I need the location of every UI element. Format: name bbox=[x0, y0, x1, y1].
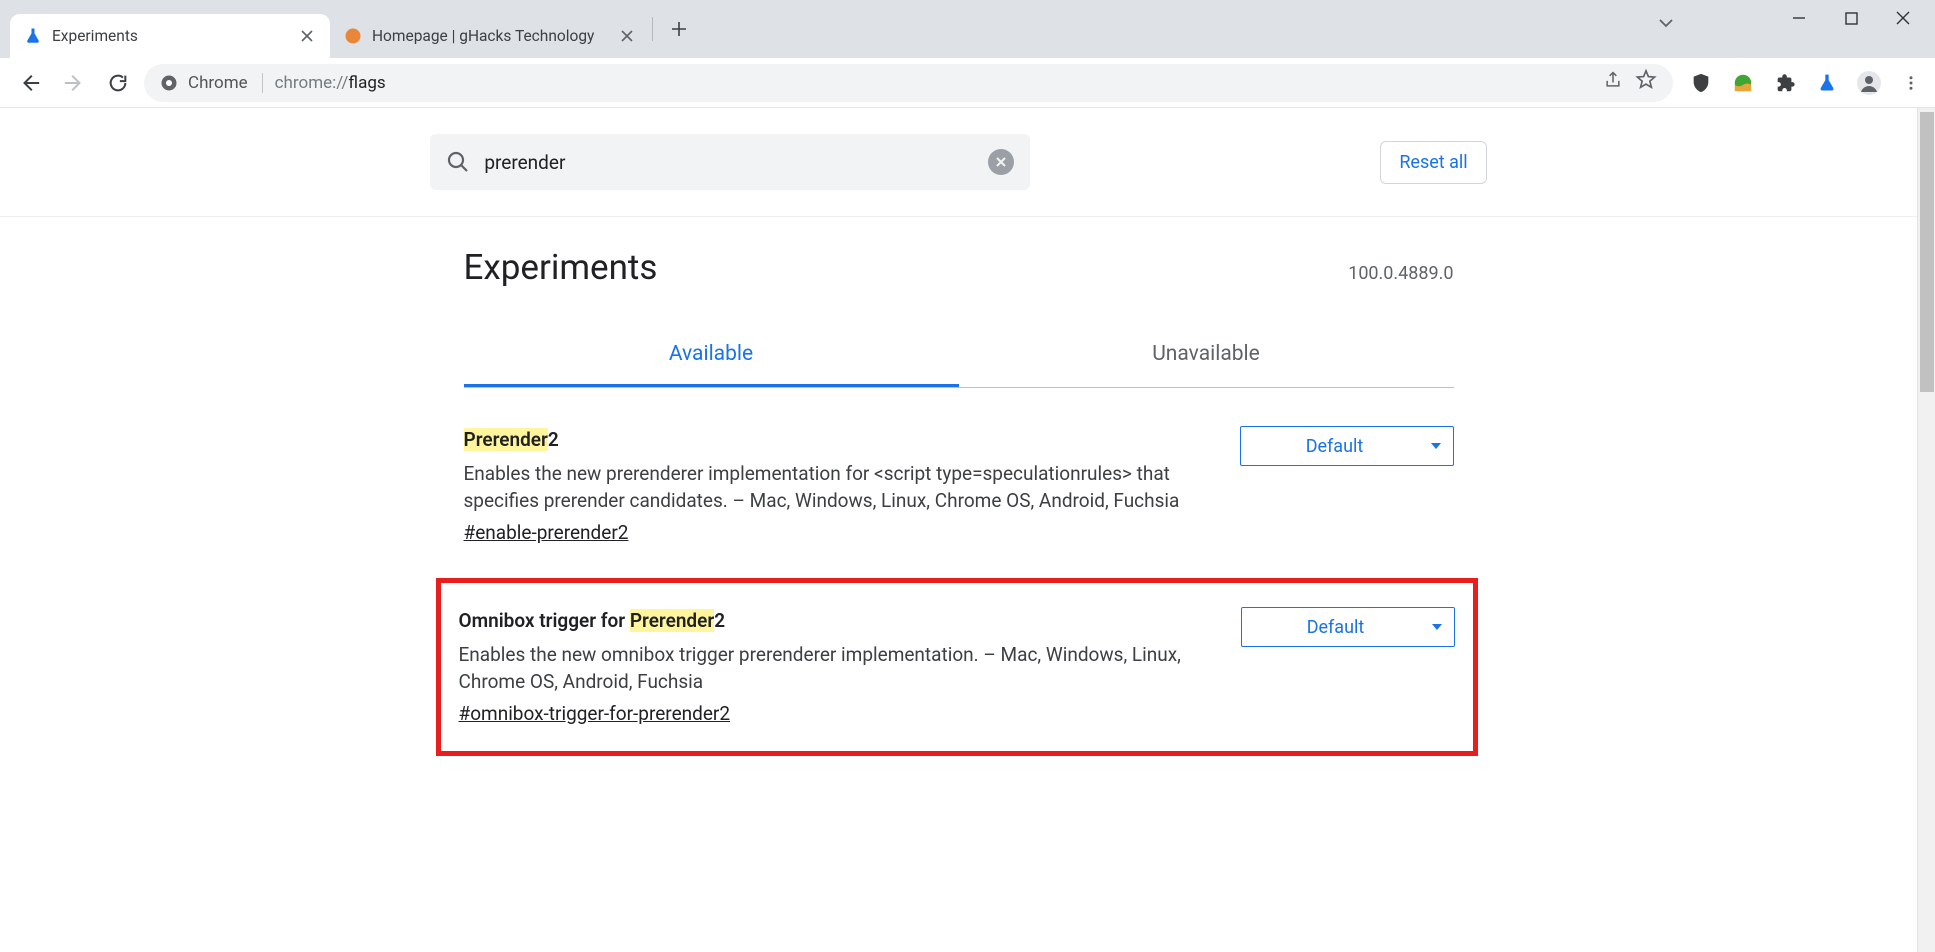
flag-item: Prerender2 Enables the new prerenderer i… bbox=[464, 388, 1454, 546]
shield-extension-icon[interactable] bbox=[1689, 71, 1713, 95]
minimize-icon[interactable] bbox=[1791, 10, 1807, 26]
maximize-icon[interactable] bbox=[1843, 10, 1859, 26]
page-content: Reset all Experiments 100.0.4889.0 Avail… bbox=[0, 108, 1917, 952]
new-tab-button[interactable] bbox=[661, 11, 697, 47]
browser-tabs: Experiments Homepage | gHacks Technology bbox=[0, 0, 697, 58]
flags-tabs: Available Unavailable bbox=[464, 324, 1454, 388]
url-text: chrome://flags bbox=[275, 73, 1591, 93]
scrollbar-thumb[interactable] bbox=[1920, 112, 1934, 392]
flags-search-row: Reset all bbox=[0, 108, 1917, 217]
flag-description: Enables the new omnibox trigger prerende… bbox=[459, 641, 1201, 696]
tab-search-button[interactable] bbox=[1657, 14, 1675, 36]
browser-tab-ghacks[interactable]: Homepage | gHacks Technology bbox=[330, 14, 650, 58]
reset-all-button[interactable]: Reset all bbox=[1380, 141, 1486, 184]
flag-hash-link[interactable]: #omnibox-trigger-for-prerender2 bbox=[459, 700, 731, 728]
search-input[interactable] bbox=[484, 151, 974, 174]
site-chip: Chrome bbox=[160, 73, 263, 93]
address-bar[interactable]: Chrome chrome://flags bbox=[144, 64, 1673, 102]
flag-state-select[interactable]: Default bbox=[1240, 426, 1454, 466]
close-icon[interactable] bbox=[298, 27, 316, 45]
tab-available[interactable]: Available bbox=[464, 324, 959, 387]
search-icon bbox=[446, 150, 470, 174]
clear-search-icon[interactable] bbox=[988, 149, 1014, 175]
chrome-icon bbox=[160, 74, 178, 92]
labs-flask-icon[interactable] bbox=[1815, 71, 1839, 95]
back-button[interactable] bbox=[12, 65, 48, 101]
tab-divider bbox=[652, 17, 653, 41]
flag-title: Omnibox trigger for Prerender2 bbox=[459, 607, 1201, 635]
bookmark-icon[interactable] bbox=[1635, 69, 1657, 96]
scrollbar[interactable] bbox=[1917, 108, 1935, 952]
close-window-icon[interactable] bbox=[1895, 10, 1911, 26]
tab-unavailable[interactable]: Unavailable bbox=[959, 324, 1454, 387]
flag-hash-link[interactable]: #enable-prerender2 bbox=[464, 519, 629, 547]
flag-description: Enables the new prerenderer implementati… bbox=[464, 460, 1200, 515]
page-title: Experiments bbox=[464, 247, 658, 288]
share-icon[interactable] bbox=[1603, 70, 1623, 95]
chip-label: Chrome bbox=[188, 73, 248, 93]
flask-icon bbox=[24, 27, 42, 45]
extension-row bbox=[1681, 71, 1923, 95]
tab-title: Homepage | gHacks Technology bbox=[372, 27, 608, 45]
flags-search-box[interactable] bbox=[430, 134, 1030, 190]
flag-item-highlighted: Omnibox trigger for Prerender2 Enables t… bbox=[436, 578, 1478, 756]
kebab-menu-icon[interactable] bbox=[1899, 71, 1923, 95]
extensions-puzzle-icon[interactable] bbox=[1773, 71, 1797, 95]
version-label: 100.0.4889.0 bbox=[1348, 263, 1453, 284]
window-controls bbox=[1767, 0, 1935, 36]
close-icon[interactable] bbox=[618, 27, 636, 45]
tab-title: Experiments bbox=[52, 27, 288, 45]
profile-avatar-icon[interactable] bbox=[1857, 71, 1881, 95]
flag-state-select[interactable]: Default bbox=[1241, 607, 1455, 647]
site-favicon-icon bbox=[344, 27, 362, 45]
reload-button[interactable] bbox=[100, 65, 136, 101]
forward-button[interactable] bbox=[56, 65, 92, 101]
globe-extension-icon[interactable] bbox=[1731, 71, 1755, 95]
flag-title: Prerender2 bbox=[464, 426, 1200, 454]
browser-toolbar: Chrome chrome://flags bbox=[0, 58, 1935, 108]
browser-tab-experiments[interactable]: Experiments bbox=[10, 14, 330, 58]
window-titlebar: Experiments Homepage | gHacks Technology bbox=[0, 0, 1935, 58]
